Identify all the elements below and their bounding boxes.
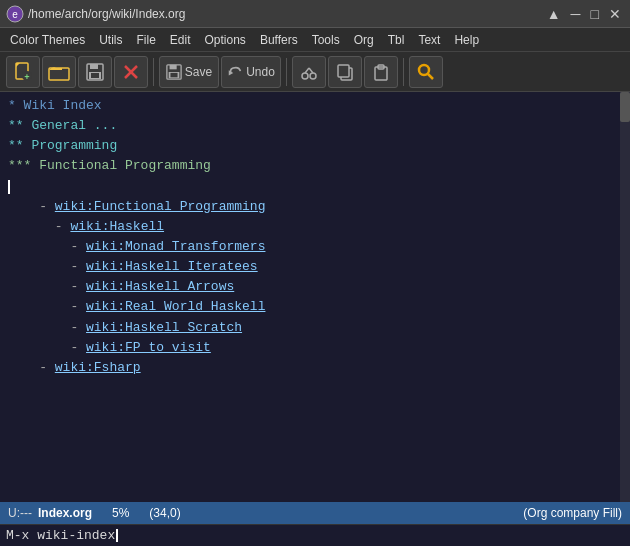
menu-color-themes[interactable]: Color Themes [4, 31, 91, 49]
save-button[interactable] [78, 56, 112, 88]
minibuffer-text: M-x wiki-index [6, 528, 115, 543]
editor-line-3: ** Programming [8, 136, 622, 156]
menu-options[interactable]: Options [199, 31, 252, 49]
menu-tools[interactable]: Tools [306, 31, 346, 49]
paste-button[interactable] [364, 56, 398, 88]
search-icon [416, 62, 436, 82]
new-file-icon: + [13, 62, 33, 82]
emacs-icon: e [6, 5, 24, 23]
close-button[interactable]: ✕ [606, 6, 624, 22]
menu-org[interactable]: Org [348, 31, 380, 49]
toolbar-separator-2 [286, 58, 287, 86]
status-bar: U:--- Index.org 5% (34,0) (Org company F… [0, 502, 630, 524]
editor-line-11: - wiki:Haskell_Iteratees [8, 257, 622, 277]
svg-line-19 [305, 68, 309, 73]
menu-file[interactable]: File [130, 31, 161, 49]
save-icon [166, 64, 182, 80]
menu-bar: Color Themes Utils File Edit Options Buf… [0, 28, 630, 52]
menu-edit[interactable]: Edit [164, 31, 197, 49]
save-label-button[interactable]: Save [159, 56, 219, 88]
editor-line-1: * Wiki Index [8, 96, 622, 116]
editor-mode: U:--- [8, 506, 32, 520]
editor-line-17: - wiki:Haskell_Scratch [8, 318, 622, 338]
editor-line-4: *** Functional Programming [8, 156, 622, 176]
svg-text:+: + [24, 72, 29, 82]
maximize-button[interactable]: □ [588, 6, 602, 22]
menu-utils[interactable]: Utils [93, 31, 128, 49]
minimize-button[interactable]: ▲ [544, 6, 564, 22]
menu-buffers[interactable]: Buffers [254, 31, 304, 49]
svg-rect-15 [170, 72, 177, 76]
editor-line-9: - wiki:Monad_Transformers [8, 237, 622, 257]
svg-rect-13 [169, 64, 176, 68]
editor-line-2: ** General ... [8, 116, 622, 136]
menu-text[interactable]: Text [412, 31, 446, 49]
editor-content[interactable]: * Wiki Index ** General ... ** Programmi… [0, 92, 630, 502]
svg-rect-9 [91, 73, 99, 78]
svg-rect-22 [338, 65, 349, 77]
editor-line-13: - wiki:Haskell_Arrows [8, 277, 622, 297]
svg-point-17 [302, 73, 308, 79]
copy-icon [336, 63, 354, 81]
scrollbar-track[interactable] [620, 92, 630, 502]
menu-help[interactable]: Help [448, 31, 485, 49]
undo-icon [227, 64, 243, 80]
svg-rect-7 [90, 64, 98, 69]
copy-button[interactable] [328, 56, 362, 88]
close-x-icon [123, 64, 139, 80]
toolbar: + Save [0, 52, 630, 92]
editor-line-15: - wiki:Real_World_Haskell [8, 297, 622, 317]
mode-info: (Org company Fill) [523, 506, 622, 520]
editor-line-19: - wiki:FP_to_visit [8, 338, 622, 358]
cut-button[interactable] [292, 56, 326, 88]
window-controls: ▲ ─ □ ✕ [544, 6, 624, 22]
toolbar-separator-3 [403, 58, 404, 86]
minibuffer: M-x wiki-index [0, 524, 630, 546]
editor-wrapper: * Wiki Index ** General ... ** Programmi… [0, 92, 630, 502]
save-label: Save [185, 65, 212, 79]
minibuffer-cursor [116, 529, 118, 542]
editor-line-cursor [8, 177, 622, 197]
window-title: /home/arch/org/wiki/Index.org [28, 7, 185, 21]
open-file-icon [48, 63, 70, 81]
svg-line-26 [428, 74, 433, 79]
editor-line-5: - wiki:Functional_Programming [8, 197, 622, 217]
search-button[interactable] [409, 56, 443, 88]
editor-line-21: - wiki:Fsharp [8, 358, 622, 378]
scroll-percent: 5% [112, 506, 129, 520]
scrollbar-thumb[interactable] [620, 92, 630, 122]
svg-point-25 [419, 65, 429, 75]
save-disk-icon [86, 63, 104, 81]
svg-point-18 [310, 73, 316, 79]
buffer-filename: Index.org [38, 506, 92, 520]
svg-line-20 [309, 68, 313, 73]
new-file-button[interactable]: + [6, 56, 40, 88]
open-file-button[interactable] [42, 56, 76, 88]
restore-button[interactable]: ─ [568, 6, 584, 22]
cursor-position: (34,0) [149, 506, 180, 520]
toolbar-separator-1 [153, 58, 154, 86]
editor-line-7: - wiki:Haskell [8, 217, 622, 237]
undo-label: Undo [246, 65, 275, 79]
paste-icon [372, 63, 390, 81]
svg-text:e: e [12, 9, 18, 20]
scissors-icon [300, 63, 318, 81]
menu-tbl[interactable]: Tbl [382, 31, 411, 49]
close-file-button[interactable] [114, 56, 148, 88]
undo-button[interactable]: Undo [221, 56, 281, 88]
title-bar: e /home/arch/org/wiki/Index.org ▲ ─ □ ✕ [0, 0, 630, 28]
